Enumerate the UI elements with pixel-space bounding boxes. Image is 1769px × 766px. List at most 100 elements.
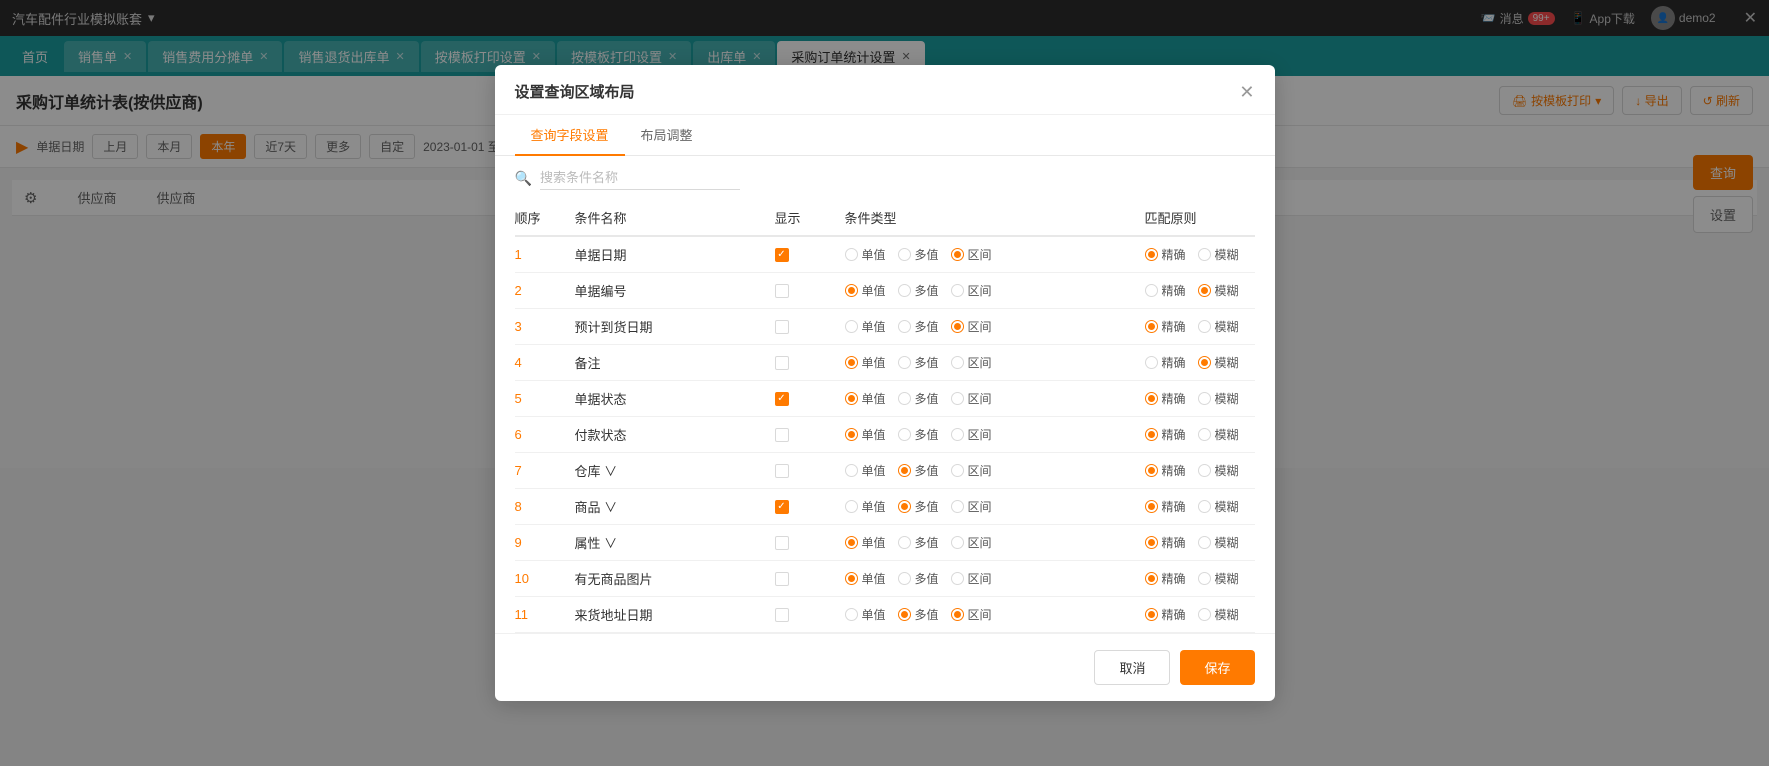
radio-group-exact-5[interactable]: 精确	[1145, 426, 1186, 443]
radio-single-7[interactable]	[845, 500, 858, 513]
radio-group-exact-0[interactable]: 精确	[1145, 246, 1186, 263]
radio-single-0[interactable]	[845, 248, 858, 261]
radio-fuzzy-6[interactable]	[1198, 464, 1211, 477]
radio-group-range-10[interactable]: 区间	[951, 606, 992, 623]
radio-multi-1[interactable]	[898, 284, 911, 297]
radio-group-fuzzy-0[interactable]: 模糊	[1198, 246, 1239, 263]
radio-group-multi-6[interactable]: 多值	[898, 462, 939, 479]
display-checkbox[interactable]	[775, 500, 789, 514]
radio-group-multi-10[interactable]: 多值	[898, 606, 939, 623]
radio-range-6[interactable]	[951, 464, 964, 477]
tab-layout-adjust[interactable]: 布局调整	[625, 115, 709, 156]
radio-multi-3[interactable]	[898, 356, 911, 369]
radio-group-multi-7[interactable]: 多值	[898, 498, 939, 515]
display-checkbox[interactable]	[775, 284, 789, 298]
radio-fuzzy-9[interactable]	[1198, 572, 1211, 585]
radio-single-10[interactable]	[845, 608, 858, 621]
radio-group-single-5[interactable]: 单值	[845, 426, 886, 443]
tab-query-fields[interactable]: 查询字段设置	[515, 115, 625, 156]
radio-group-single-6[interactable]: 单值	[845, 462, 886, 479]
radio-group-range-2[interactable]: 区间	[951, 318, 992, 335]
radio-range-1[interactable]	[951, 284, 964, 297]
radio-single-5[interactable]	[845, 428, 858, 441]
radio-group-multi-8[interactable]: 多值	[898, 534, 939, 551]
radio-multi-5[interactable]	[898, 428, 911, 441]
radio-fuzzy-5[interactable]	[1198, 428, 1211, 441]
radio-range-7[interactable]	[951, 500, 964, 513]
display-checkbox[interactable]	[775, 248, 789, 262]
display-checkbox[interactable]	[775, 536, 789, 550]
radio-group-fuzzy-4[interactable]: 模糊	[1198, 390, 1239, 407]
cancel-btn[interactable]: 取消	[1094, 650, 1170, 685]
radio-multi-2[interactable]	[898, 320, 911, 333]
radio-group-range-7[interactable]: 区间	[951, 498, 992, 515]
radio-range-10[interactable]	[951, 608, 964, 621]
display-checkbox[interactable]	[775, 572, 789, 586]
radio-exact-10[interactable]	[1145, 608, 1158, 621]
radio-group-multi-1[interactable]: 多值	[898, 282, 939, 299]
radio-range-2[interactable]	[951, 320, 964, 333]
radio-group-single-9[interactable]: 单值	[845, 570, 886, 587]
radio-range-4[interactable]	[951, 392, 964, 405]
radio-group-range-9[interactable]: 区间	[951, 570, 992, 587]
radio-exact-4[interactable]	[1145, 392, 1158, 405]
radio-exact-6[interactable]	[1145, 464, 1158, 477]
radio-single-4[interactable]	[845, 392, 858, 405]
display-checkbox[interactable]	[775, 428, 789, 442]
radio-range-5[interactable]	[951, 428, 964, 441]
radio-multi-10[interactable]	[898, 608, 911, 621]
radio-fuzzy-8[interactable]	[1198, 536, 1211, 549]
radio-fuzzy-7[interactable]	[1198, 500, 1211, 513]
radio-group-range-0[interactable]: 区间	[951, 246, 992, 263]
radio-group-exact-4[interactable]: 精确	[1145, 390, 1186, 407]
radio-exact-0[interactable]	[1145, 248, 1158, 261]
radio-group-fuzzy-5[interactable]: 模糊	[1198, 426, 1239, 443]
radio-group-range-8[interactable]: 区间	[951, 534, 992, 551]
radio-group-multi-0[interactable]: 多值	[898, 246, 939, 263]
display-checkbox[interactable]	[775, 464, 789, 478]
radio-group-multi-3[interactable]: 多值	[898, 354, 939, 371]
radio-fuzzy-4[interactable]	[1198, 392, 1211, 405]
radio-multi-4[interactable]	[898, 392, 911, 405]
radio-group-fuzzy-9[interactable]: 模糊	[1198, 570, 1239, 587]
radio-group-single-8[interactable]: 单值	[845, 534, 886, 551]
display-checkbox[interactable]	[775, 356, 789, 370]
radio-group-single-3[interactable]: 单值	[845, 354, 886, 371]
radio-group-exact-8[interactable]: 精确	[1145, 534, 1186, 551]
radio-range-9[interactable]	[951, 572, 964, 585]
radio-fuzzy-10[interactable]	[1198, 608, 1211, 621]
radio-single-8[interactable]	[845, 536, 858, 549]
radio-group-single-4[interactable]: 单值	[845, 390, 886, 407]
radio-fuzzy-2[interactable]	[1198, 320, 1211, 333]
radio-exact-5[interactable]	[1145, 428, 1158, 441]
radio-group-range-6[interactable]: 区间	[951, 462, 992, 479]
radio-single-6[interactable]	[845, 464, 858, 477]
radio-group-single-7[interactable]: 单值	[845, 498, 886, 515]
radio-group-multi-5[interactable]: 多值	[898, 426, 939, 443]
radio-range-3[interactable]	[951, 356, 964, 369]
radio-group-range-4[interactable]: 区间	[951, 390, 992, 407]
search-input[interactable]	[540, 166, 740, 190]
radio-group-fuzzy-1[interactable]: 模糊	[1198, 282, 1239, 299]
radio-group-exact-6[interactable]: 精确	[1145, 462, 1186, 479]
radio-group-exact-1[interactable]: 精确	[1145, 282, 1186, 299]
radio-fuzzy-0[interactable]	[1198, 248, 1211, 261]
radio-exact-7[interactable]	[1145, 500, 1158, 513]
radio-multi-7[interactable]	[898, 500, 911, 513]
radio-group-range-3[interactable]: 区间	[951, 354, 992, 371]
radio-exact-2[interactable]	[1145, 320, 1158, 333]
radio-group-exact-3[interactable]: 精确	[1145, 354, 1186, 371]
radio-multi-6[interactable]	[898, 464, 911, 477]
radio-group-single-10[interactable]: 单值	[845, 606, 886, 623]
radio-group-fuzzy-10[interactable]: 模糊	[1198, 606, 1239, 623]
save-btn[interactable]: 保存	[1180, 650, 1254, 685]
radio-multi-0[interactable]	[898, 248, 911, 261]
display-checkbox[interactable]	[775, 320, 789, 334]
radio-fuzzy-1[interactable]	[1198, 284, 1211, 297]
radio-group-exact-10[interactable]: 精确	[1145, 606, 1186, 623]
dialog-close-btn[interactable]: ✕	[1239, 83, 1254, 101]
radio-multi-8[interactable]	[898, 536, 911, 549]
radio-group-exact-2[interactable]: 精确	[1145, 318, 1186, 335]
radio-exact-3[interactable]	[1145, 356, 1158, 369]
radio-single-9[interactable]	[845, 572, 858, 585]
